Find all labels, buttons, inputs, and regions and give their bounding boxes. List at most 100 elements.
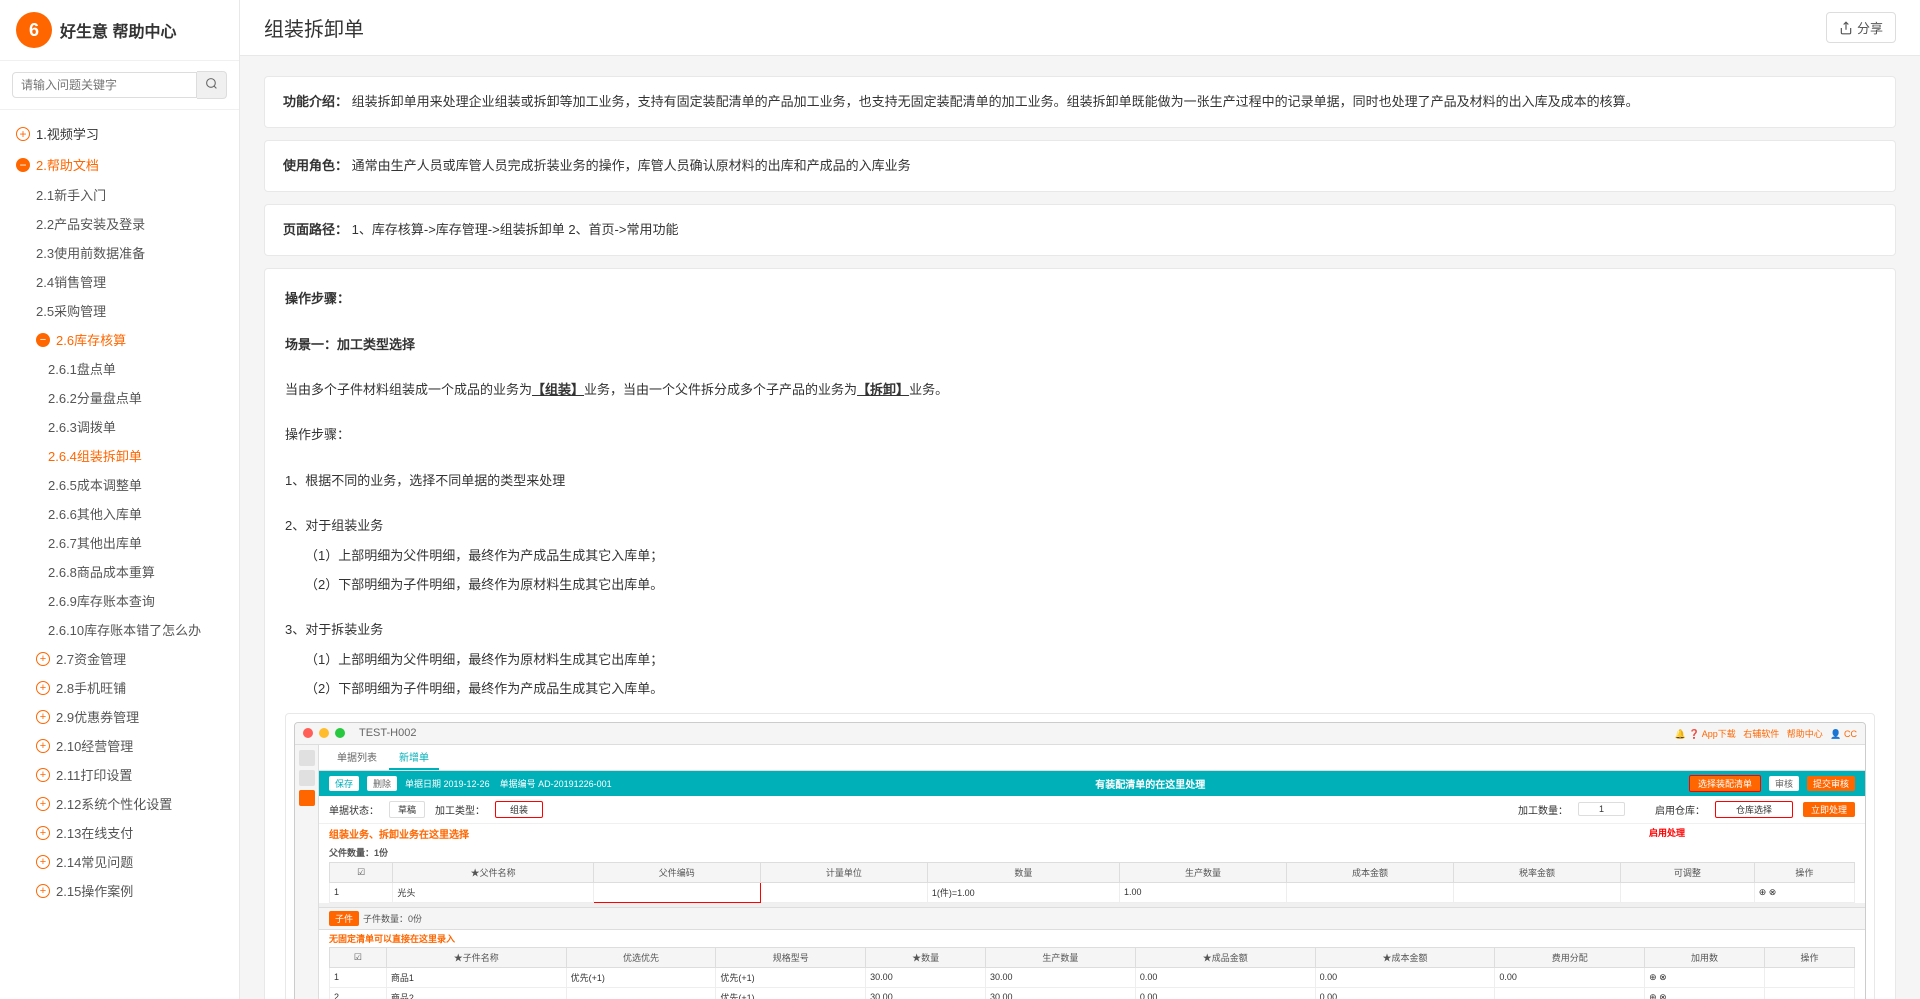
- scene1-desc: 当由多个子件材料组装成一个成品的业务为【组装】业务，当由一个父件拆分成多个子产品…: [285, 378, 1875, 401]
- mock-select-plan-btn[interactable]: 选择装配清单: [1689, 775, 1761, 792]
- mock-content-area: 单据列表 新增单 保存 删除 单据日期 2019-12-26 单据编: [319, 745, 1865, 999]
- sidebar-item-2-13[interactable]: + 2.13在线支付: [0, 818, 239, 847]
- sidebar-item-2-6-4[interactable]: 2.6.4组装拆卸单: [0, 441, 239, 470]
- mock-warehouse-select[interactable]: 仓库选择: [1715, 801, 1793, 818]
- mock-ctd-cost2: 0.00: [1315, 987, 1495, 999]
- mock-save-btn[interactable]: 保存: [329, 776, 359, 791]
- mock-ctd-name2: 商品2: [386, 987, 566, 999]
- mock-td-padj1: [1621, 882, 1755, 902]
- scene1-step1: 1、根据不同的业务，选择不同单据的类型来处理: [285, 469, 1875, 492]
- mock-ctd-prod2: 30.00: [986, 987, 1136, 999]
- main-header: 组装拆卸单 分享: [240, 0, 1920, 56]
- mock-parent-table: ☑ ★父件名称 父件编码 计量单位 数量 生产数量 成本金额 税率金额: [329, 862, 1855, 903]
- content-area: 功能介绍： 组装拆卸单用来处理企业组装或拆卸等加工业务，支持有固定装配清单的产品…: [240, 56, 1920, 999]
- mock-ctd-qty2: 30.00: [866, 987, 986, 999]
- mock-cth-alloc: 费用分配: [1495, 947, 1645, 967]
- sidebar-item-2-10[interactable]: + 2.10经营管理: [0, 731, 239, 760]
- sidebar-item-2-6[interactable]: − 2.6库存核算: [0, 325, 239, 354]
- sidebar-item-2-6-10[interactable]: 2.6.10库存账本错了怎么办: [0, 615, 239, 644]
- sidebar-item-2-6-1[interactable]: 2.6.1盘点单: [0, 354, 239, 383]
- mock-cth-prod: 生产数量: [986, 947, 1136, 967]
- mock-cth-op: 操作: [1764, 947, 1854, 967]
- mock-th-parent-code: 父件编码: [593, 862, 760, 882]
- screenshot-container: TEST-H002 🔔 ❓ App下载 右辅软件 帮助中心 👤 CC: [285, 713, 1875, 999]
- mock-child-qty: 子件数量：0份: [363, 912, 422, 925]
- sidebar-item-2-7[interactable]: + 2.7资金管理: [0, 644, 239, 673]
- mock-th-op: 操作: [1754, 862, 1854, 882]
- sidebar-item-2-11[interactable]: + 2.11打印设置: [0, 760, 239, 789]
- toggle-icon-2-8: +: [36, 681, 50, 695]
- sidebar-item-2-6-3[interactable]: 2.6.3调拨单: [0, 412, 239, 441]
- role-text: 通常由生产人员或库管人员完成折装业务的操作，库管人员确认原材料的出库和产成品的入…: [352, 158, 911, 173]
- mock-ctd-add2: ⊕ ⊗: [1645, 987, 1765, 999]
- sidebar-item-2-3[interactable]: 2.3使用前数据准备: [0, 238, 239, 267]
- toggle-icon-1: +: [16, 127, 30, 141]
- toggle-icon-2-13: +: [36, 826, 50, 840]
- scene1-step2-a: （1）上部明细为父件明细，最终作为产成品生成其它入库单；: [285, 544, 1875, 567]
- sidebar-item-2-6-2[interactable]: 2.6.2分量盘点单: [0, 383, 239, 412]
- toggle-icon-2-6: −: [36, 333, 50, 347]
- sidebar-item-2-9[interactable]: + 2.9优惠券管理: [0, 702, 239, 731]
- mock-th-adjust: 可调整: [1621, 862, 1755, 882]
- mock-annotation-3: 启用处理: [1649, 826, 1685, 839]
- sidebar-item-2-2[interactable]: 2.2产品安装及登录: [0, 209, 239, 238]
- sidebar-item-2-8[interactable]: + 2.8手机旺铺: [0, 673, 239, 702]
- mock-th-tax: 税率金额: [1454, 862, 1621, 882]
- mock-cth-check: ☑: [330, 947, 387, 967]
- mock-tab-new[interactable]: 新增单: [389, 745, 439, 770]
- mock-qty-value[interactable]: 1: [1578, 802, 1625, 816]
- sidebar-item-2-6-8[interactable]: 2.6.8商品成本重算: [0, 557, 239, 586]
- share-button[interactable]: 分享: [1826, 12, 1896, 43]
- nav-tree: + 1.视频学习 − 2.帮助文档 2.1新手入门 2.2产品安装及登录 2.3…: [0, 110, 239, 999]
- sidebar-item-2-6-5[interactable]: 2.6.5成本调整单: [0, 470, 239, 499]
- path-box: 页面路径： 1、库存核算->库存管理->组装拆卸单 2、首页->常用功能: [264, 204, 1896, 256]
- mock-parent-table-container: ☑ ★父件名称 父件编码 计量单位 数量 生产数量 成本金额 税率金额: [319, 862, 1865, 903]
- mock-td-punit1: [760, 882, 927, 902]
- mock-ctd-op1: [1764, 967, 1854, 987]
- sidebar-item-2-14[interactable]: + 2.14常见问题: [0, 847, 239, 876]
- scene1-step3: 3、对于拆装业务: [285, 618, 1875, 641]
- mock-delete-btn[interactable]: 删除: [367, 776, 397, 791]
- toggle-icon-2-7: +: [36, 652, 50, 666]
- mock-td-pqty1: 1(件)=1.00: [927, 882, 1119, 902]
- sidebar-item-2-15[interactable]: + 2.15操作案例: [0, 876, 239, 905]
- logo-icon: 6: [16, 12, 52, 48]
- mock-tab-bar: 单据列表 新增单: [319, 745, 1865, 771]
- sidebar-item-2-4[interactable]: 2.4销售管理: [0, 267, 239, 296]
- sidebar-item-2-5[interactable]: 2.5采购管理: [0, 296, 239, 325]
- mock-ctd-pcost1: 0.00: [1135, 967, 1315, 987]
- search-button[interactable]: [197, 71, 227, 99]
- mock-annotation-4: 无固定清单可以直接在这里录入: [329, 934, 455, 944]
- sidebar-item-2-6-9[interactable]: 2.6.9库存账本查询: [0, 586, 239, 615]
- mock-cth-add: 加用数: [1645, 947, 1765, 967]
- mock-cth-name: ★子件名称: [386, 947, 566, 967]
- scene1-step3-a: （1）上部明细为父件明细，最终作为原材料生成其它出库单；: [285, 648, 1875, 671]
- steps-title: 操作步骤：: [285, 287, 1875, 310]
- toggle-icon-2-15: +: [36, 884, 50, 898]
- mock-td-ptax1: [1454, 882, 1621, 902]
- mock-nav-icon2: [299, 770, 315, 786]
- sidebar-item-2[interactable]: − 2.帮助文档: [0, 149, 239, 180]
- sidebar-item-2-12[interactable]: + 2.12系统个性化设置: [0, 789, 239, 818]
- sidebar-item-2-6-7[interactable]: 2.6.7其他出库单: [0, 528, 239, 557]
- mock-ctd-qty1: 30.00: [866, 967, 986, 987]
- sidebar-item-2-6-6[interactable]: 2.6.6其他入库单: [0, 499, 239, 528]
- share-icon: [1839, 21, 1853, 35]
- mock-confirm-btn[interactable]: 立即处理: [1803, 802, 1855, 817]
- scene1-step2: 2、对于组装业务: [285, 514, 1875, 537]
- mock-submit-btn[interactable]: 提交审核: [1807, 776, 1855, 791]
- sidebar-item-2-1[interactable]: 2.1新手入门: [0, 180, 239, 209]
- mock-main-layout: 单据列表 新增单 保存 删除 单据日期 2019-12-26 单据编: [295, 745, 1865, 999]
- mock-form-info: 单据日期 2019-12-26 单据编号 AD-20191226-001: [405, 777, 612, 790]
- mock-cth-cost: ★成本金额: [1315, 947, 1495, 967]
- sidebar-item-1[interactable]: + 1.视频学习: [0, 118, 239, 149]
- mock-child-badge: 子件: [329, 911, 359, 926]
- mock-cth-qty: ★数量: [866, 947, 986, 967]
- mock-audit-btn[interactable]: 审核: [1769, 776, 1799, 791]
- mock-tab-list[interactable]: 单据列表: [327, 745, 387, 770]
- mock-type-value[interactable]: 组装: [495, 801, 543, 818]
- mock-nav-icon: [299, 750, 315, 766]
- search-input[interactable]: [12, 72, 197, 98]
- role-label: 使用角色：: [283, 158, 348, 173]
- toggle-icon-2: −: [16, 158, 30, 172]
